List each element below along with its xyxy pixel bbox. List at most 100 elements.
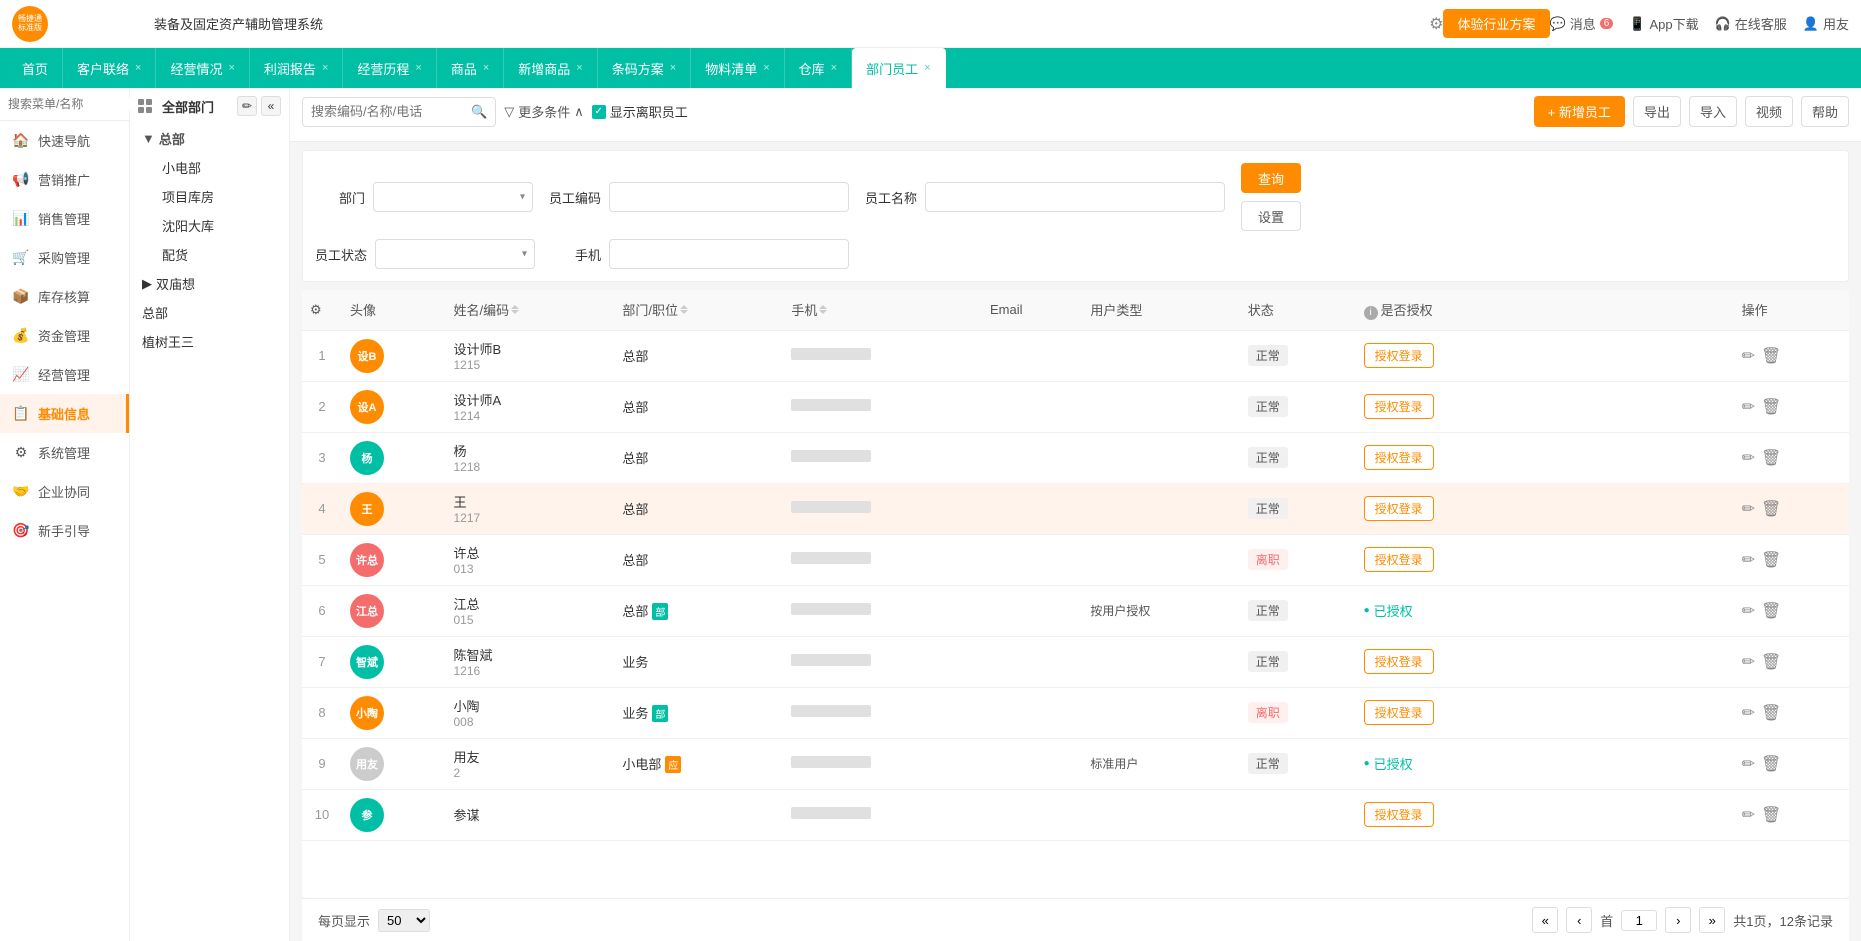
app-download-btn[interactable]: 📱 App下载 (1629, 14, 1698, 33)
add-employee-button[interactable]: + 新增员工 (1534, 96, 1625, 127)
delete-btn[interactable]: 🗑 (1761, 652, 1781, 672)
show-resigned-toggle[interactable]: ✓ 显示离职员工 (592, 102, 688, 121)
edit-btn[interactable]: ✏ (1742, 397, 1755, 417)
user-btn[interactable]: 👤 用友 (1803, 14, 1849, 33)
sidebar-item-inventory[interactable]: 📦 库存核算 (0, 277, 129, 316)
close-add-goods-icon[interactable]: × (576, 62, 582, 74)
view-button[interactable]: 视频 (1745, 96, 1793, 127)
emp-name-input[interactable] (925, 182, 1225, 212)
close-customer-icon[interactable]: × (135, 62, 141, 74)
import-button[interactable]: 导入 (1689, 96, 1737, 127)
sidebar-item-sales[interactable]: 📊 销售管理 (0, 199, 129, 238)
dept-item-sydk[interactable]: 沈阳大库 (154, 211, 281, 240)
delete-btn[interactable]: 🗑 (1761, 550, 1781, 570)
close-goods-icon[interactable]: × (483, 62, 489, 74)
dept-item-xdp[interactable]: 小电部 (154, 153, 281, 182)
dept-item-zb[interactable]: 总部 (138, 298, 281, 327)
tab-customer[interactable]: 客户联络 × (63, 48, 156, 88)
delete-btn[interactable]: 🗑 (1761, 703, 1781, 723)
close-department-staff-icon[interactable]: × (924, 62, 930, 74)
per-page-select[interactable]: 50 100 200 (378, 909, 430, 932)
more-filter-btn[interactable]: ▽ 更多条件 ∧ (504, 102, 584, 121)
delete-btn[interactable]: 🗑 (1761, 448, 1781, 468)
authorize-button[interactable]: 授权登录 (1364, 547, 1434, 572)
export-button[interactable]: 导出 (1633, 96, 1681, 127)
tab-operation-history[interactable]: 经营历程 × (343, 48, 436, 88)
sidebar-item-marketing[interactable]: 📢 营销推广 (0, 160, 129, 199)
sidebar-item-guide[interactable]: 🎯 新手引导 (0, 511, 129, 550)
authorize-button[interactable]: 授权登录 (1364, 343, 1434, 368)
tab-warehouse[interactable]: 仓库 × (785, 48, 852, 88)
close-operation-status-icon[interactable]: × (228, 62, 234, 74)
authorize-button[interactable]: 授权登录 (1364, 649, 1434, 674)
sidebar-item-purchase[interactable]: 🛒 采购管理 (0, 238, 129, 277)
dept-item-ph[interactable]: 配货 (154, 240, 281, 269)
dept-select[interactable] (373, 182, 533, 212)
first-page-btn[interactable]: « (1532, 907, 1558, 933)
authorize-button[interactable]: 授权登录 (1364, 394, 1434, 419)
dept-item-xmkf[interactable]: 项目库房 (154, 182, 281, 211)
next-page-btn[interactable]: › (1665, 907, 1691, 933)
authorize-button[interactable]: 授权登录 (1364, 700, 1434, 725)
emp-code-input[interactable] (609, 182, 849, 212)
edit-btn[interactable]: ✏ (1742, 703, 1755, 723)
tab-department-staff[interactable]: 部门员工 × (852, 48, 945, 88)
close-profit-report-icon[interactable]: × (322, 62, 328, 74)
dept-item-cswz[interactable]: 植树王三 (138, 327, 281, 356)
authorize-button[interactable]: 授权登录 (1364, 445, 1434, 470)
tab-barcode[interactable]: 条码方案 × (598, 48, 691, 88)
tab-goods[interactable]: 商品 × (437, 48, 504, 88)
col-phone[interactable]: 手机 (783, 290, 982, 330)
settings-icon[interactable]: ⚙ (1429, 14, 1443, 34)
sidebar-item-finance[interactable]: 💰 资金管理 (0, 316, 129, 355)
authorize-button[interactable]: 授权登录 (1364, 496, 1434, 521)
dept-item-smx[interactable]: ▶ 双庙想 (138, 269, 281, 298)
edit-btn[interactable]: ✏ (1742, 805, 1755, 825)
page-input[interactable] (1621, 910, 1657, 931)
dept-collapse-btn[interactable]: « (261, 96, 281, 116)
dept-edit-btn[interactable]: ✏ (237, 96, 257, 116)
delete-btn[interactable]: 🗑 (1761, 805, 1781, 825)
delete-btn[interactable]: 🗑 (1761, 397, 1781, 417)
edit-btn[interactable]: ✏ (1742, 601, 1755, 621)
online-support-btn[interactable]: 🎧 在线客服 (1715, 14, 1787, 33)
close-barcode-icon[interactable]: × (670, 62, 676, 74)
edit-btn[interactable]: ✏ (1742, 652, 1755, 672)
edit-btn[interactable]: ✏ (1742, 346, 1755, 366)
close-bom-icon[interactable]: × (763, 62, 769, 74)
delete-btn[interactable]: 🗑 (1761, 754, 1781, 774)
dept-group-general-header[interactable]: ▼ 总部 (138, 124, 281, 153)
sidebar-item-collab[interactable]: 🤝 企业协同 (0, 472, 129, 511)
help-button[interactable]: 帮助 (1801, 96, 1849, 127)
close-warehouse-icon[interactable]: × (831, 62, 837, 74)
message-btn[interactable]: 💬 消息 6 (1550, 14, 1614, 33)
sidebar-item-system[interactable]: ⚙ 系统管理 (0, 433, 129, 472)
delete-btn[interactable]: 🗑 (1761, 499, 1781, 519)
tab-profit-report[interactable]: 利润报告 × (250, 48, 343, 88)
delete-btn[interactable]: 🗑 (1761, 346, 1781, 366)
tab-bom[interactable]: 物料清单 × (691, 48, 784, 88)
phone-input[interactable] (609, 239, 849, 269)
search-icon[interactable]: 🔍 (471, 104, 487, 120)
edit-btn[interactable]: ✏ (1742, 499, 1755, 519)
delete-btn[interactable]: 🗑 (1761, 601, 1781, 621)
edit-btn[interactable]: ✏ (1742, 754, 1755, 774)
col-dept-position[interactable]: 部门/职位 (614, 290, 783, 330)
tab-add-goods[interactable]: 新增商品 × (504, 48, 597, 88)
edit-btn[interactable]: ✏ (1742, 448, 1755, 468)
dept-all[interactable]: 全部部门 (138, 97, 214, 116)
sidebar-item-quick-nav[interactable]: 🏠 快速导航 (0, 121, 129, 160)
col-name-code[interactable]: 姓名/编码 (445, 290, 614, 330)
search-button[interactable]: 查询 (1241, 163, 1301, 193)
prev-page-btn[interactable]: ‹ (1566, 907, 1592, 933)
sidebar-item-basic[interactable]: 📋 基础信息 (0, 394, 129, 433)
emp-status-select[interactable] (375, 239, 535, 269)
set-button[interactable]: 设置 (1241, 201, 1301, 231)
tab-operation-status[interactable]: 经营情况 × (156, 48, 249, 88)
tab-home[interactable]: 首页 (8, 48, 63, 88)
last-page-btn[interactable]: » (1699, 907, 1725, 933)
col-settings[interactable]: ⚙ (302, 290, 342, 330)
edit-btn[interactable]: ✏ (1742, 550, 1755, 570)
sidebar-item-operation[interactable]: 📈 经营管理 (0, 355, 129, 394)
authorize-button[interactable]: 授权登录 (1364, 802, 1434, 827)
